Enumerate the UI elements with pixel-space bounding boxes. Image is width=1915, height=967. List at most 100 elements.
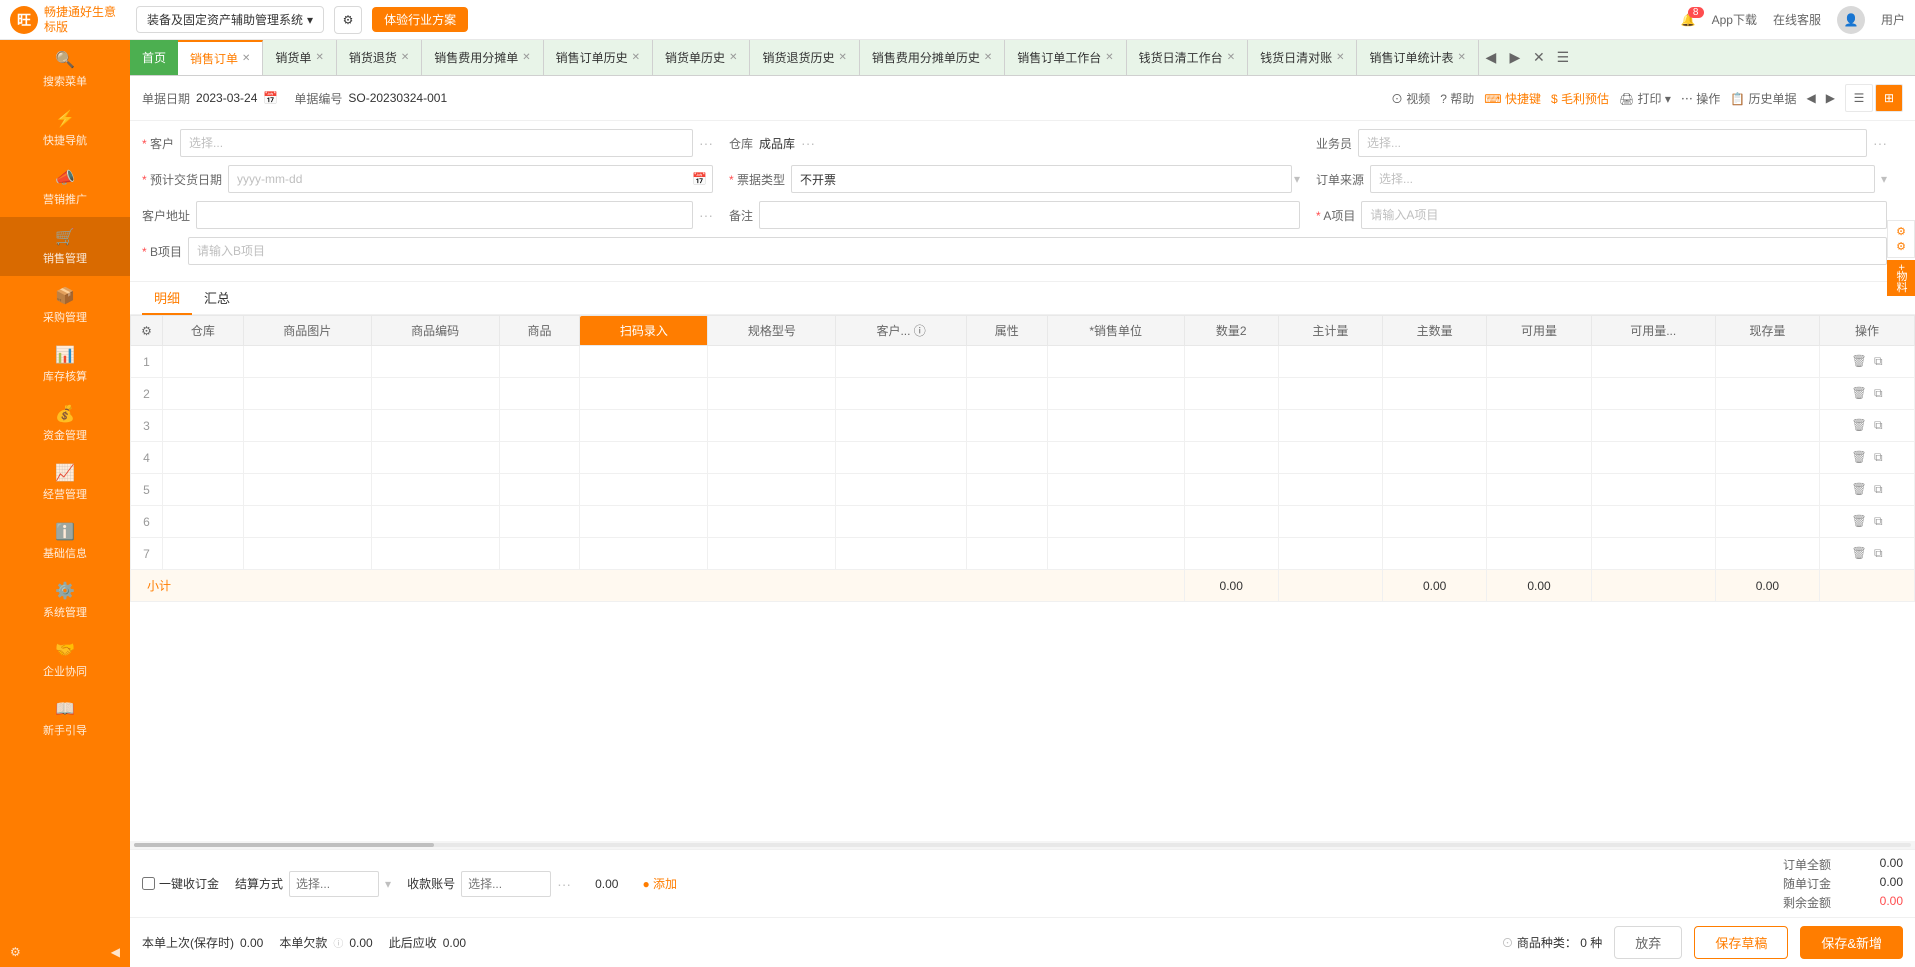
row-warehouse-2[interactable] (163, 378, 244, 410)
row-scan-3[interactable] (580, 410, 708, 442)
row-main-unit-3[interactable] (1278, 410, 1382, 442)
row-spec-6[interactable] (708, 506, 836, 538)
sidebar-item-search[interactable]: 🔍 搜索菜单 (0, 40, 130, 99)
row-spec-5[interactable] (708, 474, 836, 506)
row-attr-2[interactable] (966, 378, 1047, 410)
discard-btn[interactable]: 放弃 (1614, 926, 1682, 959)
tab-close-invoice-history[interactable]: ✕ (729, 52, 737, 63)
sidebar-collapse-icon[interactable]: ◀ (111, 945, 120, 959)
system-selector[interactable]: 装备及固定资产辅助管理系统 ▾ (136, 6, 324, 33)
row-customer-7[interactable] (836, 538, 967, 570)
row-spec-7[interactable] (708, 538, 836, 570)
row-avail-qty-1[interactable] (1487, 346, 1591, 378)
row-code-2[interactable] (371, 378, 499, 410)
sidebar-item-finance[interactable]: 💰 资金管理 (0, 394, 130, 453)
row-code-3[interactable] (371, 410, 499, 442)
delete-icon-5[interactable]: 🗑 (1851, 482, 1866, 496)
tab-close-sales-invoice[interactable]: ✕ (315, 52, 323, 63)
warehouse-more-btn[interactable]: ··· (801, 135, 815, 151)
copy-icon-4[interactable]: ⧉ (1874, 450, 1883, 464)
copy-icon-1[interactable]: ⧉ (1874, 354, 1883, 368)
row-attr-1[interactable] (966, 346, 1047, 378)
user-avatar[interactable]: 👤 (1837, 6, 1865, 34)
row-avail-qty-7[interactable] (1487, 538, 1591, 570)
row-qty2-1[interactable] (1184, 346, 1278, 378)
one-click-checkbox[interactable] (142, 877, 155, 890)
row-current-qty-1[interactable] (1715, 346, 1819, 378)
industry-btn[interactable]: 体验行业方案 (372, 7, 468, 32)
copy-icon-7[interactable]: ⧉ (1874, 546, 1883, 560)
row-scan-5[interactable] (580, 474, 708, 506)
tab-next-btn[interactable]: ▶ (1503, 40, 1527, 76)
row-qty2-2[interactable] (1184, 378, 1278, 410)
tab-summary[interactable]: 汇总 (192, 282, 242, 315)
payment-method-input[interactable] (289, 871, 379, 897)
view-btn[interactable]: ⊙ 视频 (1391, 90, 1430, 107)
sidebar-item-marketing[interactable]: 📣 营销推广 (0, 158, 130, 217)
row-unit-6[interactable] (1047, 506, 1184, 538)
row-unit-3[interactable] (1047, 410, 1184, 442)
tab-close-history[interactable]: ✕ (632, 52, 640, 63)
help-btn[interactable]: ? 帮助 (1440, 90, 1474, 107)
staff-more-btn[interactable]: ··· (1873, 135, 1887, 151)
row-unit-7[interactable] (1047, 538, 1184, 570)
row-customer-5[interactable] (836, 474, 967, 506)
sidebar-item-quick-nav[interactable]: ⚡ 快捷导航 (0, 99, 130, 158)
tab-close-stats[interactable]: ✕ (1458, 52, 1466, 63)
row-code-4[interactable] (371, 442, 499, 474)
row-attr-6[interactable] (966, 506, 1047, 538)
row-scan-7[interactable] (580, 538, 708, 570)
row-scan-1[interactable] (580, 346, 708, 378)
calendar-icon[interactable]: 📅 (263, 91, 278, 105)
row-main-qty-4[interactable] (1383, 442, 1487, 474)
row-avail-qty-2[interactable] (1487, 378, 1591, 410)
row-qty2-5[interactable] (1184, 474, 1278, 506)
row-scan-4[interactable] (580, 442, 708, 474)
tab-close-expense[interactable]: ✕ (522, 52, 530, 63)
row-warehouse-5[interactable] (163, 474, 244, 506)
row-avail-qty2-5[interactable] (1591, 474, 1715, 506)
grid-view-btn[interactable]: ⊞ (1875, 84, 1903, 112)
row-unit-5[interactable] (1047, 474, 1184, 506)
row-image-2[interactable] (243, 378, 371, 410)
row-current-qty-2[interactable] (1715, 378, 1819, 410)
delete-icon-1[interactable]: 🗑 (1851, 354, 1866, 368)
row-qty2-7[interactable] (1184, 538, 1278, 570)
sidebar-item-operation[interactable]: 📈 经营管理 (0, 453, 130, 512)
sidebar-item-system[interactable]: ⚙️ 系统管理 (0, 571, 130, 630)
add-material-btn[interactable]: +物料 (1887, 260, 1915, 296)
row-current-qty-6[interactable] (1715, 506, 1819, 538)
invoice-input[interactable] (791, 165, 1292, 193)
row-main-qty-6[interactable] (1383, 506, 1487, 538)
row-code-5[interactable] (371, 474, 499, 506)
list-view-btn[interactable]: ☰ (1845, 84, 1873, 112)
row-avail-qty2-3[interactable] (1591, 410, 1715, 442)
row-unit-2[interactable] (1047, 378, 1184, 410)
row-warehouse-7[interactable] (163, 538, 244, 570)
row-qty2-4[interactable] (1184, 442, 1278, 474)
row-code-7[interactable] (371, 538, 499, 570)
header-prev-btn[interactable]: ◀ (1807, 91, 1816, 105)
row-customer-1[interactable] (836, 346, 967, 378)
row-customer-6[interactable] (836, 506, 967, 538)
row-attr-5[interactable] (966, 474, 1047, 506)
horizontal-scrollbar[interactable] (130, 841, 1915, 849)
address-more-btn[interactable]: ··· (699, 207, 713, 223)
row-scan-2[interactable] (580, 378, 708, 410)
col-scan[interactable]: 扫码录入 (580, 316, 708, 346)
app-download-link[interactable]: App下载 (1712, 11, 1757, 28)
tab-stats[interactable]: 销售订单统计表 ✕ (1357, 40, 1478, 76)
sidebar-item-basic-info[interactable]: ℹ️ 基础信息 (0, 512, 130, 571)
project-b-input[interactable] (188, 237, 1887, 265)
shortcut-btn[interactable]: ⌨ 快捷键 (1484, 90, 1541, 107)
delete-icon-3[interactable]: 🗑 (1851, 418, 1866, 432)
sidebar-item-purchase[interactable]: 📦 采购管理 (0, 276, 130, 335)
row-avail-qty2-2[interactable] (1591, 378, 1715, 410)
row-avail-qty-4[interactable] (1487, 442, 1591, 474)
notification-icon[interactable]: 🔔 8 (1681, 13, 1696, 27)
tab-sales-history[interactable]: 销售订单历史 ✕ (544, 40, 653, 76)
row-attr-4[interactable] (966, 442, 1047, 474)
tab-close-sales-return[interactable]: ✕ (401, 52, 409, 63)
customer-more-btn[interactable]: ··· (699, 135, 713, 151)
tab-menu-btn[interactable]: ☰ (1551, 40, 1575, 76)
